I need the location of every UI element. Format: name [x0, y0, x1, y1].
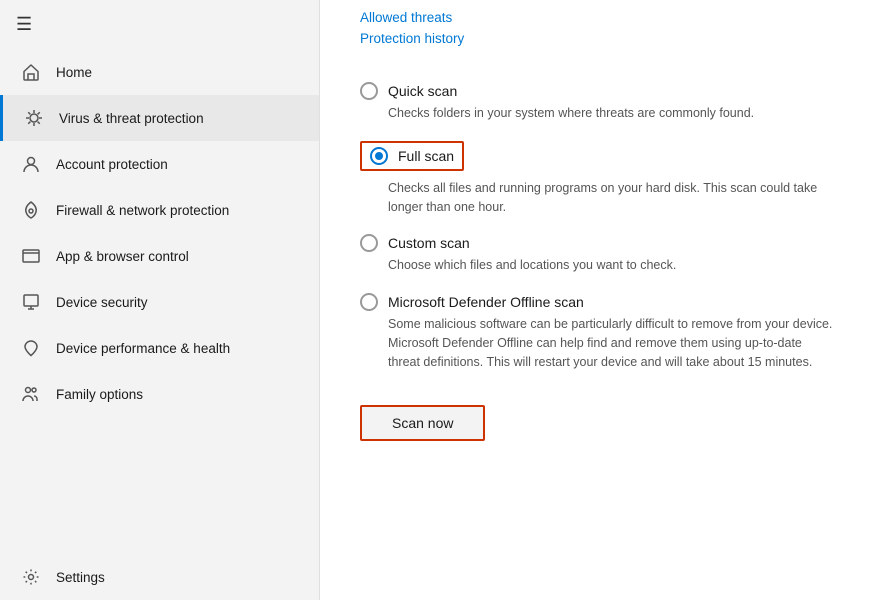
sidebar-item-device-security[interactable]: Device security — [0, 279, 319, 325]
settings-icon — [20, 566, 42, 588]
sidebar-item-firewall[interactable]: Firewall & network protection — [0, 187, 319, 233]
custom-scan-option: Custom scan Choose which files and locat… — [360, 234, 836, 275]
app-browser-icon — [20, 245, 42, 267]
sidebar-item-account[interactable]: Account protection — [0, 141, 319, 187]
sidebar-item-device-health[interactable]: Device performance & health — [0, 325, 319, 371]
full-scan-description: Checks all files and running programs on… — [388, 179, 836, 217]
sidebar-item-home[interactable]: Home — [0, 49, 319, 95]
offline-scan-label: Microsoft Defender Offline scan — [388, 294, 584, 310]
quick-scan-header: Quick scan — [360, 82, 836, 100]
sidebar-bottom: Settings — [0, 554, 319, 600]
account-icon — [20, 153, 42, 175]
sidebar-item-firewall-label: Firewall & network protection — [56, 203, 229, 218]
custom-scan-description: Choose which files and locations you wan… — [388, 256, 836, 275]
sidebar-item-device-security-label: Device security — [56, 295, 148, 310]
full-scan-selected-box[interactable]: Full scan — [360, 141, 464, 171]
device-security-icon — [20, 291, 42, 313]
sidebar-header: ☰ — [0, 0, 319, 49]
hamburger-icon[interactable]: ☰ — [16, 14, 32, 35]
firewall-icon — [20, 199, 42, 221]
home-icon — [20, 61, 42, 83]
sidebar-item-settings-label: Settings — [56, 570, 105, 585]
quick-scan-label: Quick scan — [388, 83, 457, 99]
scan-now-button[interactable]: Scan now — [360, 405, 485, 441]
device-health-icon — [20, 337, 42, 359]
offline-scan-description: Some malicious software can be particula… — [388, 315, 836, 371]
allowed-threats-link[interactable]: Allowed threats — [360, 10, 836, 25]
sidebar: ☰ Home Virus & threat protection Account… — [0, 0, 320, 600]
virus-icon — [23, 107, 45, 129]
protection-history-link[interactable]: Protection history — [360, 31, 836, 46]
offline-scan-radio[interactable] — [360, 293, 378, 311]
sidebar-item-family[interactable]: Family options — [0, 371, 319, 417]
full-scan-option: Full scan Checks all files and running p… — [360, 141, 836, 217]
sidebar-item-app-label: App & browser control — [56, 249, 189, 264]
sidebar-item-device-health-label: Device performance & health — [56, 341, 230, 356]
full-scan-header: Full scan — [360, 141, 836, 175]
custom-scan-radio[interactable] — [360, 234, 378, 252]
quick-scan-description: Checks folders in your system where thre… — [388, 104, 836, 123]
sidebar-item-account-label: Account protection — [56, 157, 168, 172]
quick-scan-option: Quick scan Checks folders in your system… — [360, 82, 836, 123]
custom-scan-header: Custom scan — [360, 234, 836, 252]
quick-scan-radio[interactable] — [360, 82, 378, 100]
offline-scan-option: Microsoft Defender Offline scan Some mal… — [360, 293, 836, 371]
sidebar-item-virus-label: Virus & threat protection — [59, 111, 204, 126]
main-content: Allowed threats Protection history Quick… — [320, 0, 876, 600]
sidebar-item-home-label: Home — [56, 65, 92, 80]
scan-options: Quick scan Checks folders in your system… — [360, 82, 836, 371]
links-section: Allowed threats Protection history — [360, 0, 836, 72]
offline-scan-header: Microsoft Defender Offline scan — [360, 293, 836, 311]
sidebar-item-virus[interactable]: Virus & threat protection — [0, 95, 319, 141]
full-scan-radio[interactable] — [370, 147, 388, 165]
sidebar-item-settings[interactable]: Settings — [0, 554, 319, 600]
family-icon — [20, 383, 42, 405]
full-scan-label: Full scan — [398, 148, 454, 164]
custom-scan-label: Custom scan — [388, 235, 470, 251]
sidebar-item-family-label: Family options — [56, 387, 143, 402]
sidebar-item-app-browser[interactable]: App & browser control — [0, 233, 319, 279]
